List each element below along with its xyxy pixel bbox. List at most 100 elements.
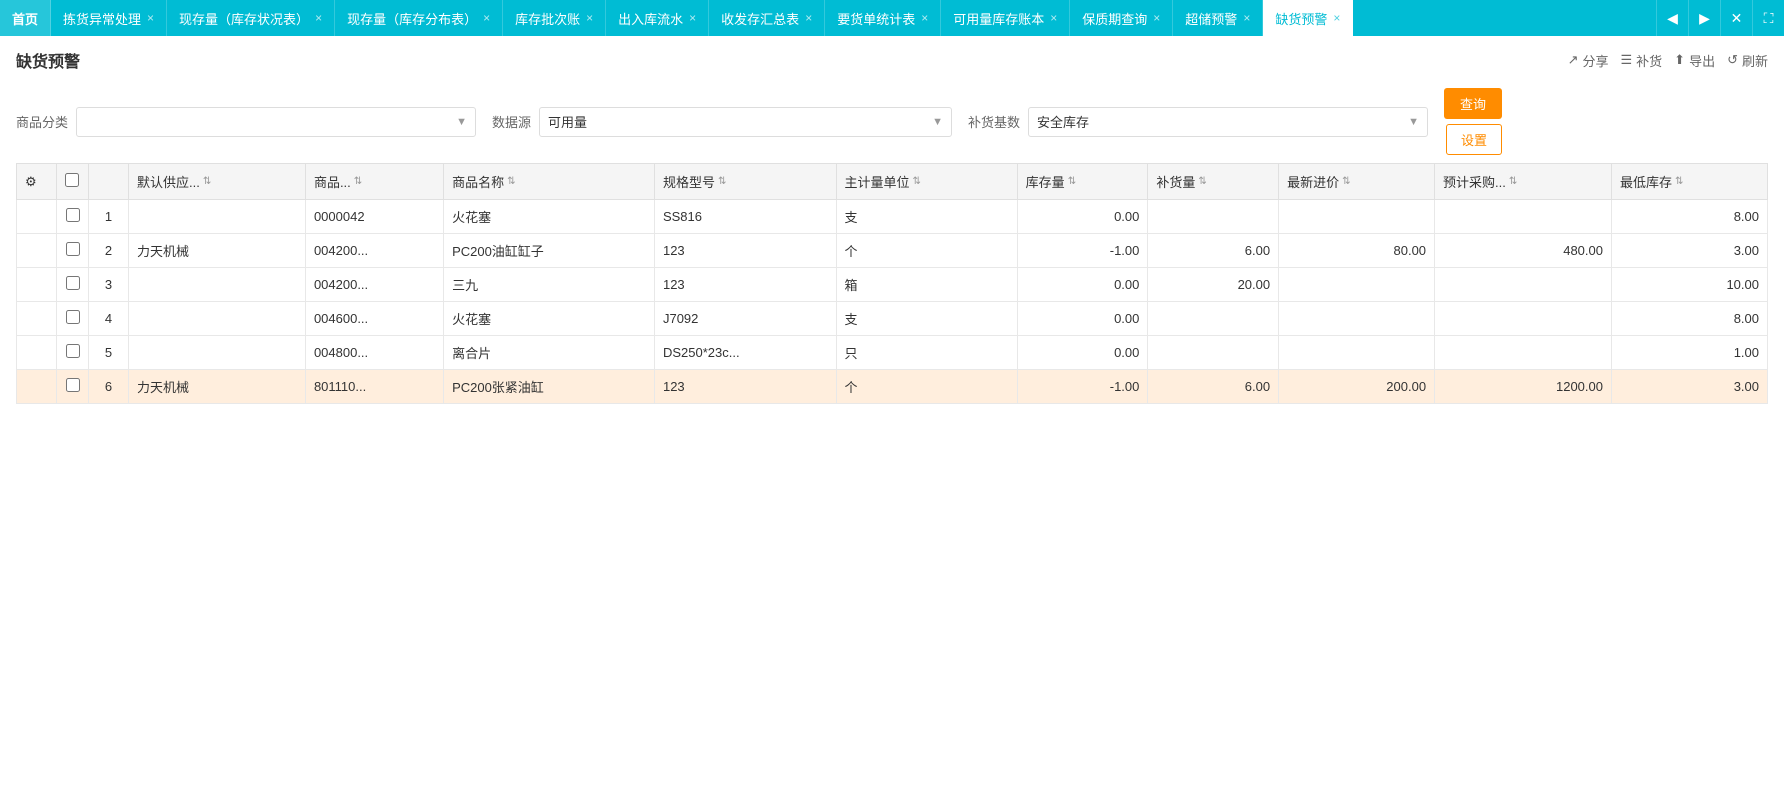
category-filter-select[interactable]: ▼ <box>76 107 476 137</box>
query-button[interactable]: 查询 <box>1444 88 1502 119</box>
replenish-base-dropdown-arrow: ▼ <box>1408 116 1419 128</box>
row-est-purchase-cell <box>1435 336 1612 370</box>
close-tab-icon[interactable]: × <box>315 11 322 25</box>
row-supplier-cell <box>129 336 306 370</box>
th-replenish[interactable]: 补货量 ⇅ <box>1148 164 1279 200</box>
close-tab-icon[interactable]: × <box>1050 11 1057 25</box>
nav-tab-expiry-query[interactable]: 保质期查询 × <box>1070 0 1173 36</box>
sort-icon: ⇅ <box>913 176 921 187</box>
nav-tab-in-out-flow[interactable]: 出入库流水 × <box>606 0 709 36</box>
nav-tab-home[interactable]: 首页 <box>0 0 51 36</box>
nav-tab-inventory-dist[interactable]: 现存量（库存分布表） × <box>335 0 503 36</box>
th-latest-price[interactable]: 最新进价 ⇅ <box>1279 164 1435 200</box>
nav-tab-label: 现存量（库存分布表） <box>347 9 477 28</box>
row-est-purchase-cell <box>1435 268 1612 302</box>
row-check-cell <box>57 336 89 370</box>
nav-tab-inventory-status[interactable]: 现存量（库存状况表） × <box>167 0 335 36</box>
th-name-label: 商品名称 <box>452 172 504 191</box>
row-num-cell: 1 <box>89 200 129 234</box>
export-button[interactable]: ⬆ 导出 <box>1674 51 1715 70</box>
th-spec[interactable]: 规格型号 ⇅ <box>654 164 836 200</box>
row-stock-cell: 0.00 <box>1017 268 1148 302</box>
row-checkbox[interactable] <box>66 310 80 324</box>
close-tab-icon[interactable]: × <box>147 11 154 25</box>
row-est-purchase-cell: 1200.00 <box>1435 370 1612 404</box>
replenish-base-filter-select[interactable]: 安全库存 ▼ <box>1028 107 1428 137</box>
row-min-stock-cell: 10.00 <box>1611 268 1767 302</box>
row-latest-price-cell <box>1279 302 1435 336</box>
select-all-checkbox[interactable] <box>65 173 79 187</box>
th-min-stock[interactable]: 最低库存 ⇅ <box>1611 164 1767 200</box>
sort-icon: ⇅ <box>1198 176 1206 187</box>
close-tab-icon[interactable]: × <box>586 11 593 25</box>
replenish-button[interactable]: ☰ 补货 <box>1620 51 1662 70</box>
share-button[interactable]: ↗ 分享 <box>1568 51 1609 70</box>
row-checkbox[interactable] <box>66 344 80 358</box>
nav-tab-label: 收发存汇总表 <box>721 9 799 28</box>
th-est-purchase-label: 预计采购... <box>1443 172 1506 191</box>
sort-icon: ⇅ <box>1509 176 1517 187</box>
nav-tab-shortage-warning[interactable]: 缺货预警 × <box>1263 0 1353 36</box>
close-tab-icon[interactable]: × <box>921 11 928 25</box>
row-gear-cell <box>17 336 57 370</box>
row-unit-cell: 个 <box>836 234 1017 268</box>
th-code[interactable]: 商品... ⇅ <box>305 164 443 200</box>
th-stock[interactable]: 库存量 ⇅ <box>1017 164 1148 200</box>
row-num-cell: 3 <box>89 268 129 302</box>
page-content: 缺货预警 ↗ 分享 ☰ 补货 ⬆ 导出 ↺ 刷新 商品分类 <box>0 36 1784 796</box>
nav-tab-home-label: 首页 <box>12 9 38 28</box>
row-replenish-cell <box>1148 200 1279 234</box>
row-min-stock-cell: 1.00 <box>1611 336 1767 370</box>
row-min-stock-cell: 3.00 <box>1611 370 1767 404</box>
nav-tab-label: 要货单统计表 <box>837 9 915 28</box>
sort-icon: ⇅ <box>203 176 211 187</box>
row-supplier-cell <box>129 200 306 234</box>
datasource-filter-label: 数据源 <box>492 112 531 131</box>
close-tab-icon[interactable]: × <box>805 11 812 25</box>
th-gear[interactable]: ⚙ <box>17 164 57 200</box>
nav-next-button[interactable]: ▶ <box>1688 0 1720 36</box>
row-checkbox[interactable] <box>66 208 80 222</box>
row-checkbox[interactable] <box>66 242 80 256</box>
row-spec-cell: SS816 <box>654 200 836 234</box>
th-supplier[interactable]: 默认供应... ⇅ <box>129 164 306 200</box>
nav-prev-button[interactable]: ◀ <box>1656 0 1688 36</box>
row-min-stock-cell: 8.00 <box>1611 302 1767 336</box>
row-num-cell: 4 <box>89 302 129 336</box>
close-tab-icon[interactable]: × <box>1153 11 1160 25</box>
nav-tab-overstock-warning[interactable]: 超储预警 × <box>1173 0 1263 36</box>
close-tab-icon[interactable]: × <box>689 11 696 25</box>
category-dropdown-arrow: ▼ <box>456 116 467 128</box>
row-checkbox[interactable] <box>66 276 80 290</box>
close-tab-icon[interactable]: × <box>1333 11 1340 25</box>
table-row: 6 力天机械 801110... PC200张紧油缸 123 个 -1.00 6… <box>17 370 1768 404</box>
row-num-cell: 5 <box>89 336 129 370</box>
share-label: 分享 <box>1582 51 1608 70</box>
th-name[interactable]: 商品名称 ⇅ <box>444 164 655 200</box>
nav-tab-receipt-summary[interactable]: 收发存汇总表 × <box>709 0 825 36</box>
nav-tab-label: 出入库流水 <box>618 9 683 28</box>
nav-close-button[interactable]: ✕ <box>1720 0 1752 36</box>
header-actions: ↗ 分享 ☰ 补货 ⬆ 导出 ↺ 刷新 <box>1568 51 1768 70</box>
datasource-filter-select[interactable]: 可用量 ▼ <box>539 107 952 137</box>
table-row: 2 力天机械 004200... PC200油缸缸子 123 个 -1.00 6… <box>17 234 1768 268</box>
nav-maximize-button[interactable]: ⛶ <box>1752 0 1784 36</box>
nav-tab-batch-account[interactable]: 库存批次账 × <box>503 0 606 36</box>
th-unit[interactable]: 主计量单位 ⇅ <box>836 164 1017 200</box>
row-supplier-cell <box>129 268 306 302</box>
th-est-purchase[interactable]: 预计采购... ⇅ <box>1435 164 1612 200</box>
category-filter-label: 商品分类 <box>16 112 68 131</box>
row-gear-cell <box>17 268 57 302</box>
row-spec-cell: 123 <box>654 268 836 302</box>
close-tab-icon[interactable]: × <box>483 11 490 25</box>
sort-icon: ⇅ <box>354 176 362 187</box>
refresh-button[interactable]: ↺ 刷新 <box>1727 51 1768 70</box>
row-stock-cell: -1.00 <box>1017 234 1148 268</box>
row-checkbox[interactable] <box>66 378 80 392</box>
nav-tab-available-ledger[interactable]: 可用量库存账本 × <box>941 0 1070 36</box>
datasource-selected-value: 可用量 <box>548 112 587 131</box>
settings-button[interactable]: 设置 <box>1446 124 1502 155</box>
nav-tab-defect-exception[interactable]: 拣货异常处理 × <box>51 0 167 36</box>
nav-tab-order-stats[interactable]: 要货单统计表 × <box>825 0 941 36</box>
close-tab-icon[interactable]: × <box>1243 11 1250 25</box>
